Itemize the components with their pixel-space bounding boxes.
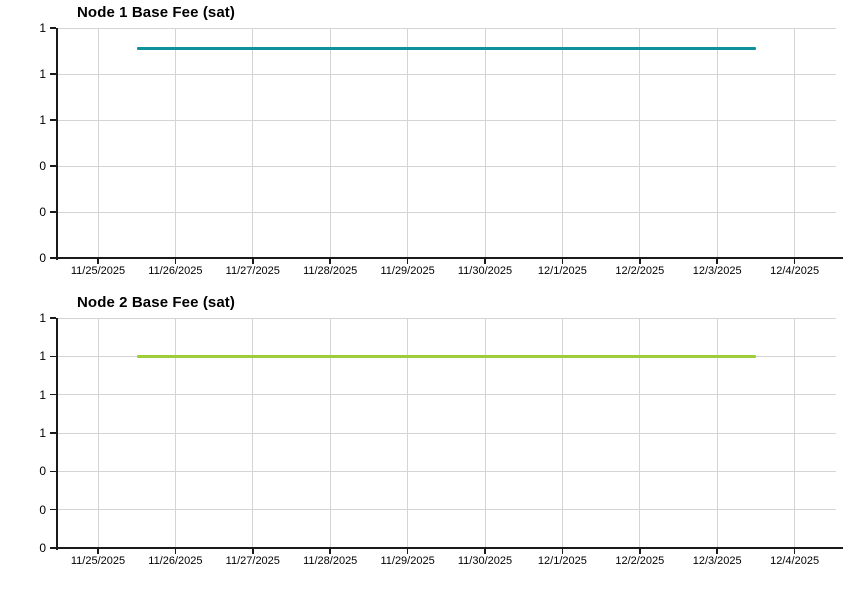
- x-tick-label: 12/3/2025: [692, 265, 742, 277]
- x-tick-mark: [484, 548, 486, 554]
- y-tick-mark: [50, 393, 56, 396]
- x-tick-mark: [174, 258, 177, 264]
- x-tick-mark: [793, 258, 796, 264]
- y-tick-label: 1: [39, 113, 46, 127]
- y-tick-mark: [50, 317, 56, 319]
- y-axis-line: [56, 318, 58, 551]
- series-line-node-1: [136, 47, 756, 51]
- y-tick-mark: [50, 73, 56, 75]
- gridline-vertical: [329, 28, 331, 258]
- y-tick-label: 0: [39, 541, 46, 555]
- y-tick-label: 1: [39, 426, 46, 440]
- y-tick-mark: [50, 547, 56, 549]
- x-tick-label: 12/1/2025: [537, 555, 587, 567]
- y-tick-mark: [50, 432, 56, 434]
- y-tick-label: 0: [39, 251, 46, 265]
- x-tick-label: 11/29/2025: [380, 555, 435, 567]
- x-tick-mark: [561, 258, 564, 264]
- x-tick-label: 11/26/2025: [148, 555, 203, 567]
- y-tick-label: 0: [39, 502, 46, 517]
- gridline-horizontal: [57, 432, 836, 434]
- x-tick-mark: [174, 548, 177, 554]
- x-tick-mark: [716, 258, 718, 264]
- x-tick-mark: [329, 548, 331, 554]
- y-tick-label: 1: [39, 387, 46, 402]
- y-tick-mark: [50, 355, 56, 358]
- x-tick-label: 11/27/2025: [225, 555, 280, 567]
- gridline-horizontal: [57, 317, 836, 319]
- y-tick-mark: [50, 470, 56, 473]
- x-tick-mark: [252, 548, 254, 554]
- gridline-horizontal: [57, 394, 836, 396]
- y-axis-line: [56, 28, 58, 261]
- plot-area-node-2: 1 1 1 1 0 0 0 11/25/2025 11/26/2025 11/27/2025 11/…: [39, 311, 843, 567]
- gridline-horizontal: [57, 509, 836, 511]
- y-tick-mark: [50, 27, 56, 29]
- x-tick-label: 12/4/2025: [770, 555, 820, 567]
- gridline-vertical: [97, 28, 99, 258]
- x-tick-label: 12/2/2025: [615, 555, 665, 567]
- x-tick-label: 11/29/2025: [380, 265, 435, 277]
- x-tick-label: 12/1/2025: [537, 265, 587, 277]
- gridline-vertical: [716, 28, 718, 258]
- x-tick-mark: [329, 258, 331, 264]
- chart-title-node-1: Node 1 Base Fee (sat): [77, 4, 235, 21]
- x-tick-mark: [97, 548, 99, 554]
- x-tick-mark: [406, 258, 409, 264]
- x-tick-mark: [639, 548, 641, 554]
- gridline-horizontal: [57, 211, 836, 213]
- y-tick-mark: [50, 257, 56, 259]
- gridline-vertical: [561, 28, 563, 258]
- y-tick-label: 1: [39, 21, 46, 35]
- plot-area-node-1: 1 1 1 0 0 0 11/25/2025 11/26/2025 11/27/2025 11/2…: [39, 21, 843, 277]
- x-tick-label: 11/27/2025: [225, 265, 280, 277]
- y-tick-mark: [50, 508, 56, 511]
- x-tick-label: 11/28/2025: [303, 265, 358, 277]
- y-tick-label: 1: [39, 349, 46, 364]
- gridline-vertical: [639, 28, 641, 258]
- x-tick-label: 12/2/2025: [615, 265, 665, 277]
- gridline-horizontal: [57, 73, 836, 75]
- chart-title-node-2: Node 2 Base Fee (sat): [77, 294, 235, 311]
- x-tick-label: 11/30/2025: [457, 265, 513, 277]
- gridline-vertical: [794, 28, 796, 258]
- gridline-vertical: [407, 28, 409, 258]
- x-tick-mark: [716, 548, 718, 554]
- y-tick-label: 0: [39, 159, 46, 173]
- x-tick-mark: [252, 258, 254, 264]
- gridline-vertical: [252, 28, 254, 258]
- x-tick-label: 11/25/2025: [70, 555, 126, 567]
- y-tick-mark: [50, 211, 56, 213]
- gridline-horizontal: [57, 27, 836, 29]
- y-tick-mark: [50, 119, 56, 121]
- gridline-vertical: [174, 28, 176, 258]
- gridline-horizontal: [57, 119, 836, 121]
- y-tick-label: 1: [39, 311, 46, 325]
- x-tick-mark: [793, 548, 796, 554]
- gridline-horizontal: [57, 165, 836, 167]
- x-tick-label: 11/26/2025: [148, 265, 203, 277]
- x-tick-mark: [639, 258, 641, 264]
- y-tick-label: 1: [39, 67, 46, 81]
- x-tick-mark: [561, 548, 564, 554]
- x-tick-label: 12/3/2025: [692, 555, 742, 567]
- x-tick-label: 11/25/2025: [70, 265, 126, 277]
- series-line-node-2: [136, 354, 756, 358]
- gridline-horizontal: [57, 470, 836, 472]
- base-fee-dashboard: Node 1 Base Fee (sat) 1 1 1 0 0 0 11/25/2025 11…: [0, 0, 860, 600]
- y-tick-label: 0: [39, 205, 46, 219]
- y-tick-mark: [50, 165, 56, 167]
- x-tick-mark: [97, 258, 99, 264]
- x-tick-label: 12/4/2025: [770, 265, 820, 277]
- x-tick-label: 11/30/2025: [457, 555, 513, 567]
- gridline-vertical: [484, 28, 486, 258]
- x-tick-mark: [406, 548, 409, 554]
- x-tick-label: 11/28/2025: [303, 555, 358, 567]
- x-tick-mark: [484, 258, 486, 264]
- y-tick-label: 0: [39, 464, 46, 479]
